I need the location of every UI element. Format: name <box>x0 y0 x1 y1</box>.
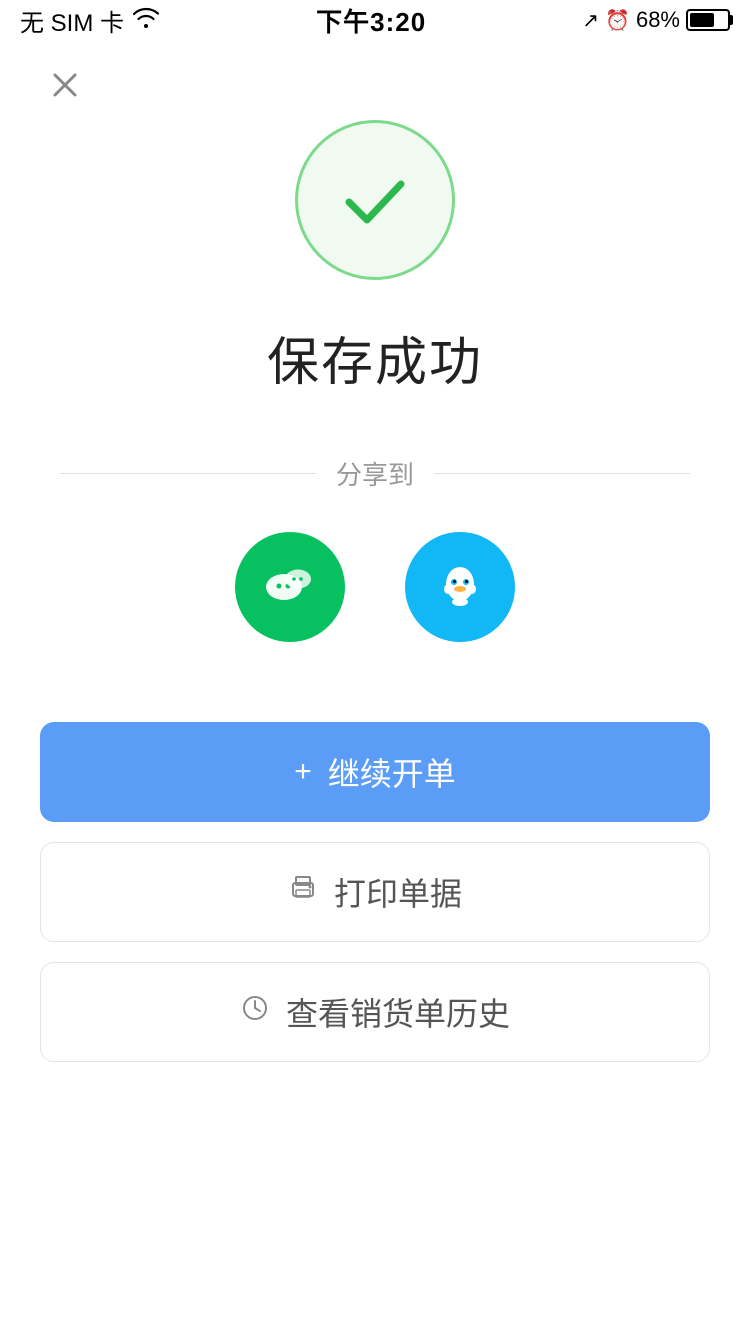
battery-icon <box>686 9 730 31</box>
success-circle <box>295 120 455 280</box>
history-label: 查看销货单历史 <box>286 989 510 1035</box>
qq-icon <box>428 555 492 619</box>
share-qq-button[interactable] <box>405 532 515 642</box>
history-button[interactable]: 查看销货单历史 <box>40 962 710 1062</box>
wifi-icon <box>132 6 160 35</box>
status-left: 无 SIM 卡 <box>20 3 160 38</box>
plus-icon: + <box>294 755 312 789</box>
continue-button[interactable]: + 继续开单 <box>40 722 710 822</box>
status-right: ↗ ⏰ 68% <box>582 7 730 33</box>
print-label: 打印单据 <box>334 869 462 915</box>
location-icon: ↗ <box>582 8 599 33</box>
share-divider: 分享到 <box>0 455 750 492</box>
status-time: 下午3:20 <box>316 2 426 39</box>
close-icon <box>49 69 81 101</box>
battery-fill <box>690 13 714 27</box>
continue-label: 继续开单 <box>328 749 456 795</box>
share-wechat-button[interactable] <box>235 532 345 642</box>
print-icon <box>288 873 318 911</box>
divider-line-right <box>434 473 690 474</box>
status-bar: 无 SIM 卡 下午3:20 ↗ ⏰ 68% <box>0 0 750 40</box>
checkmark-icon <box>335 160 415 240</box>
share-label: 分享到 <box>336 455 414 492</box>
close-button[interactable] <box>40 60 90 110</box>
alarm-icon: ⏰ <box>605 8 630 33</box>
print-button[interactable]: 打印单据 <box>40 842 710 942</box>
divider-line-left <box>60 473 316 474</box>
sim-status: 无 SIM 卡 <box>20 3 124 38</box>
action-buttons: + 继续开单 打印单据 <box>0 722 750 1062</box>
battery-percent: 68% <box>636 7 680 33</box>
clock-icon <box>240 993 270 1031</box>
main-content: 保存成功 分享到 <box>0 40 750 1062</box>
share-icons <box>235 532 515 642</box>
wechat-icon <box>258 555 322 619</box>
success-title: 保存成功 <box>267 320 483 395</box>
